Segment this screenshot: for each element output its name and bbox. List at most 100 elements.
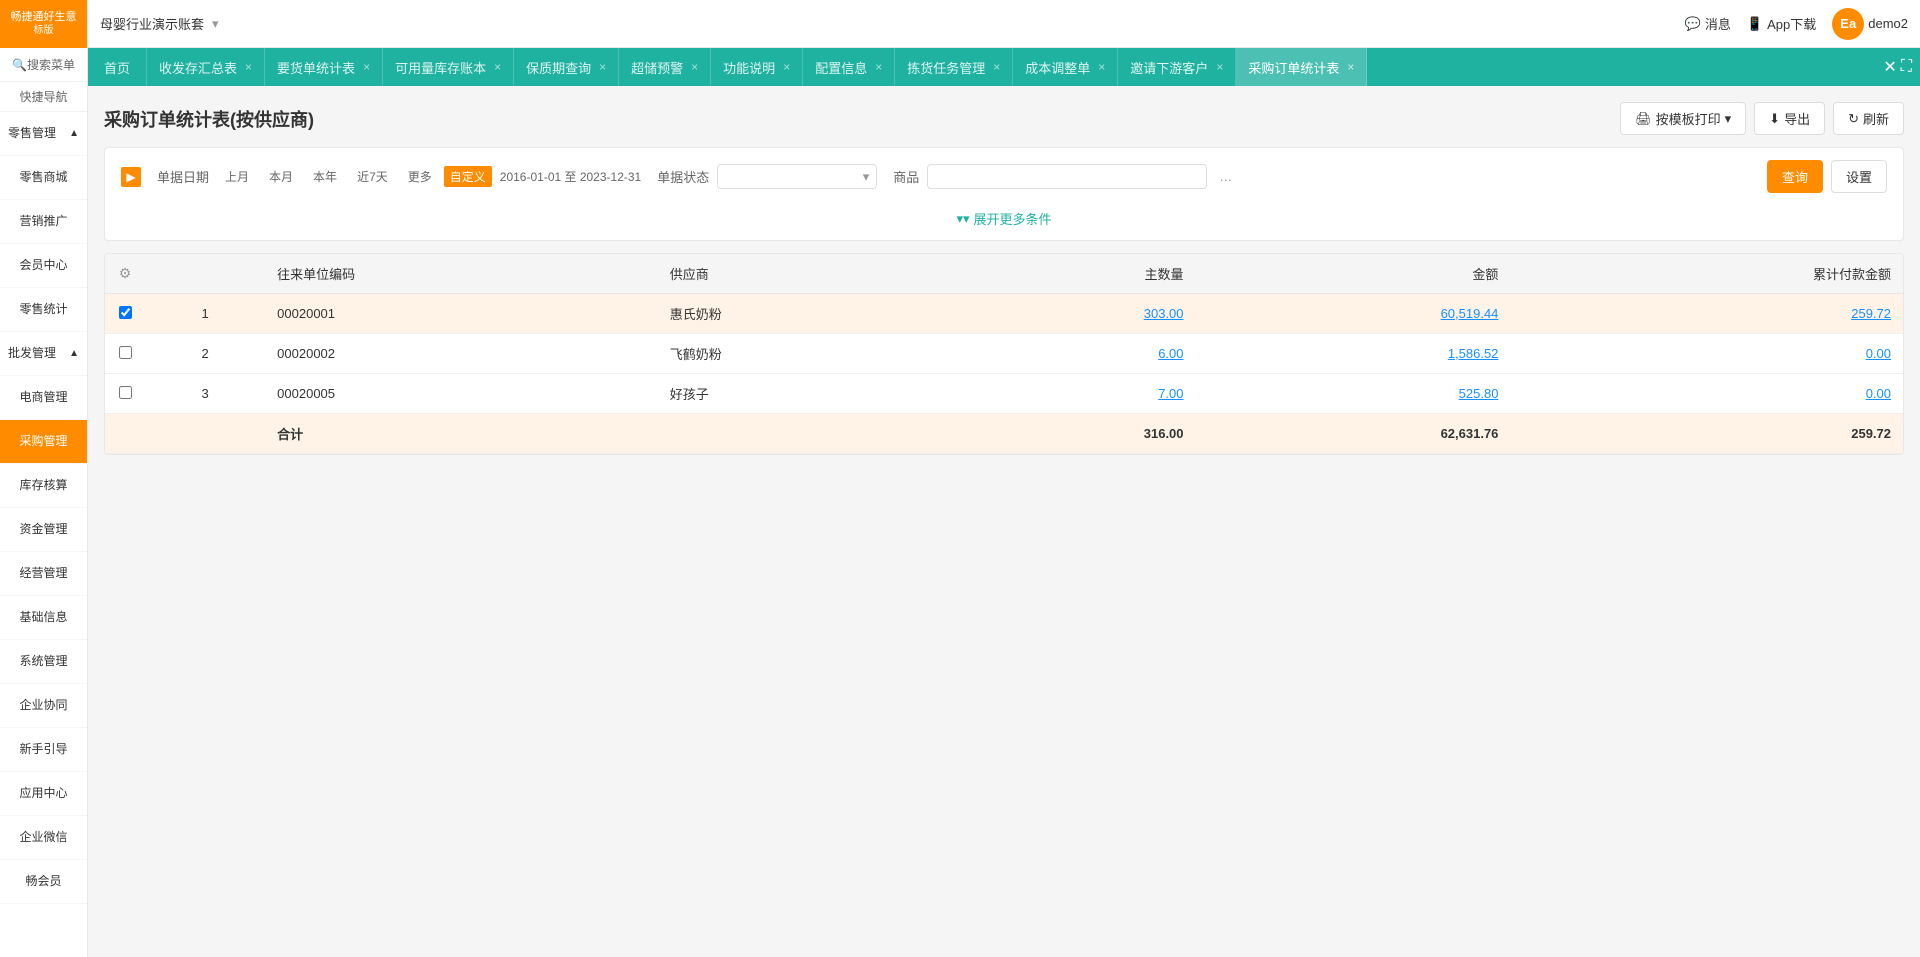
sidebar-item-marketing[interactable]: 营销推广 [0, 200, 87, 244]
nav-tab-label-config-info: 配置信息 [815, 58, 867, 77]
nav-tab-close-function-desc[interactable]: × [783, 60, 790, 74]
row-amount[interactable]: 60,519.44 [1196, 294, 1511, 334]
user-menu[interactable]: Ea demo2 [1832, 8, 1908, 40]
nav-tab-invite-downstream[interactable]: 邀请下游客户× [1118, 48, 1236, 86]
nav-tab-close-goods-stats[interactable]: × [363, 60, 370, 74]
goods-input[interactable] [927, 164, 1207, 189]
sidebar-item-inventory[interactable]: 库存核算 [0, 464, 87, 508]
nav-tab-close-config-info[interactable]: × [875, 60, 882, 74]
nav-tab-label-cost-adjust: 成本调整单 [1025, 58, 1090, 77]
nav-tab-overstock-warning[interactable]: 超储预警× [619, 48, 711, 86]
expand-icon: ▾▾ [956, 211, 969, 227]
row-main-qty[interactable]: 7.00 [950, 374, 1195, 414]
sidebar-item-new-guide[interactable]: 新手引导 [0, 728, 87, 772]
nav-tab-close-purchase-stats[interactable]: × [1347, 60, 1354, 74]
shortcut-last-month[interactable]: 上月 [217, 166, 257, 187]
sidebar-item-retail-mall[interactable]: 零售商城 [0, 156, 87, 200]
nav-tab-label-receipt-summary: 收发存汇总表 [159, 58, 237, 77]
nav-tab-close-overstock-warning[interactable]: × [691, 60, 698, 74]
footer-paid-amount: 259.72 [1510, 414, 1903, 454]
nav-tab-close-invite-downstream[interactable]: × [1216, 60, 1223, 74]
sidebar-item-retail-stats[interactable]: 零售统计 [0, 288, 87, 332]
sidebar-item-member-center[interactable]: 会员中心 [0, 244, 87, 288]
close-tab-icon[interactable]: ✕ [1883, 57, 1896, 77]
table-footer-row: 合计 316.00 62,631.76 259.72 [105, 414, 1903, 454]
column-settings-icon[interactable]: ⚙ [119, 265, 132, 281]
nav-tab-picking-task[interactable]: 拣货任务管理× [895, 48, 1013, 86]
nav-tab-expiry-query[interactable]: 保质期查询× [514, 48, 619, 86]
row-checkbox[interactable] [105, 374, 145, 414]
nav-tab-function-desc[interactable]: 功能说明× [711, 48, 803, 86]
row-paid-amount[interactable]: 0.00 [1510, 374, 1903, 414]
filter-toggle[interactable]: ▶ [121, 167, 141, 187]
sidebar-item-app-center[interactable]: 应用中心 [0, 772, 87, 816]
nav-tab-available-inventory[interactable]: 可用量库存账本× [383, 48, 514, 86]
sidebar-item-ecommerce-mgmt[interactable]: 电商管理 [0, 376, 87, 420]
nav-tab-close-cost-adjust[interactable]: × [1098, 60, 1105, 74]
sidebar-item-operations-mgmt[interactable]: 经营管理 [0, 552, 87, 596]
row-num: 2 [145, 334, 265, 374]
nav-tab-close-picking-task[interactable]: × [993, 60, 1000, 74]
row-main-qty[interactable]: 6.00 [950, 334, 1195, 374]
message-btn[interactable]: 💬 消息 [1685, 14, 1731, 33]
export-btn[interactable]: ⬇ 导出 [1754, 102, 1825, 135]
table-row[interactable]: 3 00020005 好孩子 7.00 525.80 0.00 [105, 374, 1903, 414]
row-amount[interactable]: 525.80 [1196, 374, 1511, 414]
shortcut-this-month[interactable]: 本月 [261, 166, 301, 187]
quick-nav[interactable]: 快捷导航 [0, 82, 87, 112]
row-unit-code: 00020002 [265, 334, 658, 374]
row-checkbox[interactable] [105, 334, 145, 374]
table-row[interactable]: 2 00020002 飞鹤奶粉 6.00 1,586.52 0.00 [105, 334, 1903, 374]
print-btn[interactable]: 🖨 按模板打印 ▾ [1620, 102, 1746, 135]
row-main-qty[interactable]: 303.00 [950, 294, 1195, 334]
table-row[interactable]: 1 00020001 惠氏奶粉 303.00 60,519.44 259.72 [105, 294, 1903, 334]
page-content: 采购订单统计表(按供应商) 🖨 按模板打印 ▾ ⬇ 导出 ↻ 刷新 [88, 86, 1920, 957]
query-btn[interactable]: 查询 [1767, 160, 1823, 193]
app-download-btn[interactable]: 📱 App下载 [1747, 14, 1816, 33]
settings-btn[interactable]: 设置 [1831, 160, 1887, 193]
shortcut-this-year[interactable]: 本年 [305, 166, 345, 187]
refresh-btn[interactable]: ↻ 刷新 [1833, 102, 1904, 135]
nav-tab-config-info[interactable]: 配置信息 × [803, 48, 895, 86]
sidebar: 畅捷通好生意 标版 🔍 搜索菜单 快捷导航 零售管理▲零售商城营销推广会员中心零… [0, 0, 88, 957]
sidebar-item-enterprise-wechat[interactable]: 企业微信 [0, 816, 87, 860]
sidebar-item-label-purchase-mgmt: 采购管理 [19, 434, 67, 450]
nav-tab-close-expiry-query[interactable]: × [599, 60, 606, 74]
sidebar-item-label-new-guide: 新手引导 [19, 742, 67, 758]
sidebar-item-retail-mgmt[interactable]: 零售管理▲ [0, 112, 87, 156]
search-label: 搜索菜单 [27, 56, 75, 73]
shortcut-7days[interactable]: 近7天 [349, 166, 396, 187]
nav-tab-goods-stats[interactable]: 要货单统计表× [265, 48, 383, 86]
main-content: 母婴行业演示账套 ▾ 💬 消息 📱 App下载 Ea demo2 首页收发存汇总… [88, 0, 1920, 957]
shortcut-custom[interactable]: 自定义 [444, 166, 492, 187]
row-amount[interactable]: 1,586.52 [1196, 334, 1511, 374]
search-menu[interactable]: 🔍 搜索菜单 [0, 48, 87, 82]
sidebar-item-enterprise-collab[interactable]: 企业协同 [0, 684, 87, 728]
row-paid-amount[interactable]: 259.72 [1510, 294, 1903, 334]
maximize-icon[interactable]: ⛶ [1901, 58, 1912, 76]
shortcut-more[interactable]: 更多 [400, 166, 440, 187]
sidebar-item-system-mgmt[interactable]: 系统管理 [0, 640, 87, 684]
sidebar-item-arrow-wholesale-mgmt: ▲ [69, 348, 79, 359]
row-paid-amount[interactable]: 0.00 [1510, 334, 1903, 374]
sidebar-item-capital-mgmt[interactable]: 资金管理 [0, 508, 87, 552]
data-table: ⚙ 往来单位编码 供应商 主数量 金额 累计付款金额 1 00020001 惠氏… [105, 254, 1903, 454]
expand-more-btn[interactable]: ▾▾ 展开更多条件 [956, 209, 1051, 228]
nav-tab-cost-adjust[interactable]: 成本调整单 × [1013, 48, 1118, 86]
nav-tab-receipt-summary[interactable]: 收发存汇总表 × [147, 48, 265, 86]
goods-filter: 商品 … [893, 164, 1232, 189]
nav-tab-close-receipt-summary[interactable]: × [245, 60, 252, 74]
nav-tab-close-available-inventory[interactable]: × [494, 60, 501, 74]
sidebar-item-purchase-mgmt[interactable]: 采购管理 [0, 420, 87, 464]
status-select[interactable] [717, 164, 877, 189]
nav-tab-purchase-stats[interactable]: 采购订单统计表× [1236, 48, 1367, 86]
sidebar-item-wholesale-mgmt[interactable]: 批发管理▲ [0, 332, 87, 376]
date-range-display[interactable]: 2016-01-01 至 2023-12-31 [500, 168, 641, 185]
sidebar-item-basic-info[interactable]: 基础信息 [0, 596, 87, 640]
row-checkbox[interactable] [105, 294, 145, 334]
topbar-left: 母婴行业演示账套 ▾ [100, 14, 219, 33]
nav-tab-home[interactable]: 首页 [88, 48, 147, 86]
row-num: 3 [145, 374, 265, 414]
goods-more-btn[interactable]: … [1219, 169, 1232, 184]
sidebar-item-vip[interactable]: 畅会员 [0, 860, 87, 904]
